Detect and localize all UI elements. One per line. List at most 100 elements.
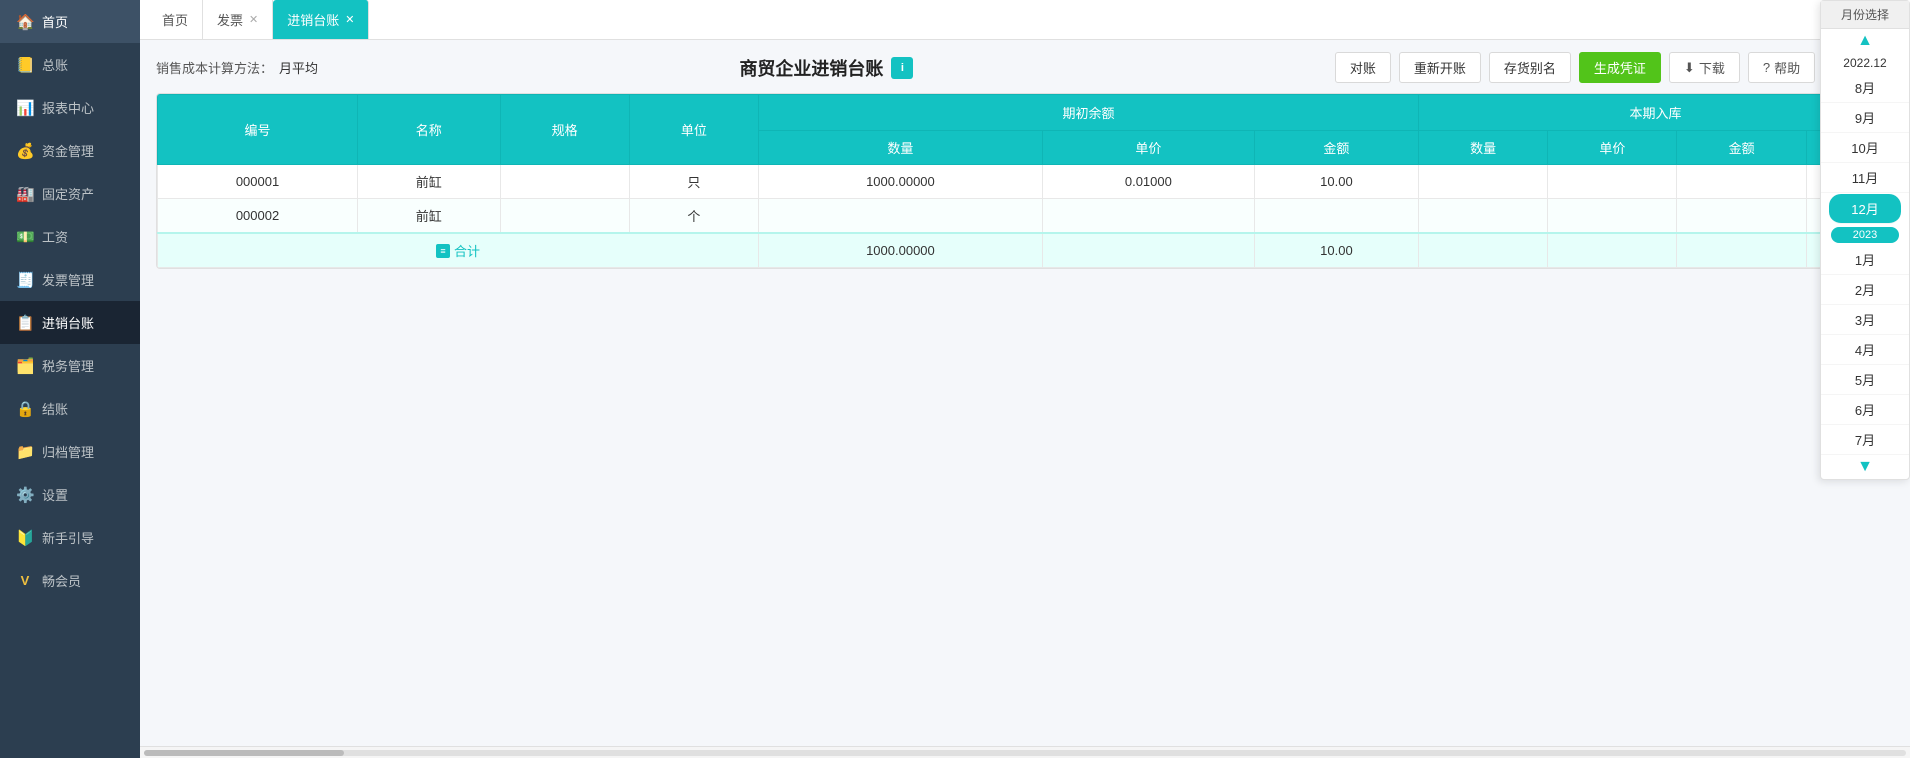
reports-icon: 📊 bbox=[16, 99, 34, 117]
tax-icon: 🗂️ bbox=[16, 357, 34, 375]
sidebar-item-archive[interactable]: 📁 归档管理 bbox=[0, 430, 140, 473]
sidebar-item-ledger[interactable]: 📒 总账 bbox=[0, 43, 140, 86]
tab-invoice-label: 发票 bbox=[217, 10, 243, 29]
sidebar-item-guide[interactable]: 🔰 新手引导 bbox=[0, 516, 140, 559]
table-total-row: ≡ 合计 1000.00000 10.00 bbox=[158, 233, 1893, 268]
funds-icon: 💰 bbox=[16, 142, 34, 160]
wages-icon: 💵 bbox=[16, 228, 34, 246]
sidebar-label-guide: 新手引导 bbox=[42, 528, 94, 547]
cell-code: 000001 bbox=[158, 165, 358, 199]
horizontal-scrollbar[interactable] bbox=[140, 746, 1910, 758]
settings-icon: ⚙️ bbox=[16, 486, 34, 504]
month-nav-up[interactable]: ▲ bbox=[1821, 29, 1909, 53]
sidebar-item-reports[interactable]: 📊 报表中心 bbox=[0, 86, 140, 129]
month-9[interactable]: 9月 bbox=[1821, 103, 1909, 133]
save-as-button[interactable]: 存货别名 bbox=[1489, 52, 1571, 83]
sidebar-item-wages[interactable]: 💵 工资 bbox=[0, 215, 140, 258]
cell-opening-amount: 10.00 bbox=[1254, 165, 1418, 199]
sidebar-item-purchase-sales[interactable]: 📋 进销台账 bbox=[0, 301, 140, 344]
sidebar-item-settings[interactable]: ⚙️ 设置 bbox=[0, 473, 140, 516]
tab-invoice[interactable]: 发票 ✕ bbox=[203, 0, 273, 39]
cell-total-opening-price bbox=[1042, 233, 1254, 268]
sidebar-label-wages: 工资 bbox=[42, 227, 68, 246]
cell-total-in-amount bbox=[1677, 233, 1806, 268]
month-6[interactable]: 6月 bbox=[1821, 395, 1909, 425]
page-title: 商贸企业进销台账 bbox=[739, 55, 883, 81]
month-5[interactable]: 5月 bbox=[1821, 365, 1909, 395]
month-panel-title: 月份选择 bbox=[1821, 1, 1909, 29]
scrollbar-thumb[interactable] bbox=[144, 750, 344, 756]
reconcile-button[interactable]: 对账 bbox=[1335, 52, 1391, 83]
sidebar-item-home[interactable]: 🏠 首页 bbox=[0, 0, 140, 43]
ledger-icon: 📒 bbox=[16, 56, 34, 74]
sidebar-label-vip: 畅会员 bbox=[42, 571, 81, 590]
page-title-area: 商贸企业进销台账 i bbox=[739, 55, 913, 81]
sidebar-label-home: 首页 bbox=[42, 12, 68, 31]
help-button[interactable]: ? 帮助 bbox=[1748, 52, 1815, 83]
sidebar-item-invoice-mgmt[interactable]: 🧾 发票管理 bbox=[0, 258, 140, 301]
cell-in-amount bbox=[1677, 199, 1806, 234]
cell-code: 000002 bbox=[158, 199, 358, 234]
fixed-assets-icon: 🏭 bbox=[16, 185, 34, 203]
purchase-sales-table: 编号 名称 规格 单位 期初余额 本期入库 数量 单价 金额 数量 单价 金额 bbox=[156, 93, 1894, 269]
cell-opening-price: 0.01000 bbox=[1042, 165, 1254, 199]
cell-spec bbox=[500, 165, 629, 199]
total-text: 合计 bbox=[454, 241, 480, 260]
cell-name: 前缸 bbox=[358, 199, 500, 234]
month-1[interactable]: 1月 bbox=[1821, 245, 1909, 275]
sub-col-in-qty: 数量 bbox=[1419, 131, 1548, 165]
cell-opening-price bbox=[1042, 199, 1254, 234]
month-11[interactable]: 11月 bbox=[1821, 163, 1909, 193]
tab-home[interactable]: 首页 bbox=[148, 0, 203, 39]
table-row: 000002 前缸 个 bbox=[158, 199, 1893, 234]
sidebar-item-funds[interactable]: 💰 资金管理 bbox=[0, 129, 140, 172]
sidebar-label-reports: 报表中心 bbox=[42, 98, 94, 117]
table-row: 000001 前缸 只 1000.00000 0.01000 10.00 bbox=[158, 165, 1893, 199]
generate-voucher-button[interactable]: 生成凭证 bbox=[1579, 52, 1661, 83]
cost-method: 销售成本计算方法： 月平均 bbox=[156, 58, 318, 77]
col-header-code: 编号 bbox=[158, 95, 358, 165]
cost-method-label: 销售成本计算方法： bbox=[156, 58, 273, 77]
month-2[interactable]: 2月 bbox=[1821, 275, 1909, 305]
sidebar-item-tax[interactable]: 🗂️ 税务管理 bbox=[0, 344, 140, 387]
sidebar: 🏠 首页 📒 总账 📊 报表中心 💰 资金管理 🏭 固定资产 💵 工资 🧾 发票… bbox=[0, 0, 140, 758]
month-7[interactable]: 7月 bbox=[1821, 425, 1909, 455]
cell-in-amount bbox=[1677, 165, 1806, 199]
tab-bar: 首页 发票 ✕ 进销台账 ✕ — ⤢ ✕ bbox=[140, 0, 1910, 40]
main-area: 首页 发票 ✕ 进销台账 ✕ — ⤢ ✕ 销售成本计算方法： 月平均 商贸企业进… bbox=[140, 0, 1910, 758]
sidebar-label-fixed-assets: 固定资产 bbox=[42, 184, 94, 203]
vip-icon: V bbox=[16, 573, 34, 588]
reopen-button[interactable]: 重新开账 bbox=[1399, 52, 1481, 83]
action-buttons: 对账 重新开账 存货别名 生成凭证 ⬇ 下载 ? 帮助 ↻ 刷新 bbox=[1335, 52, 1894, 83]
sidebar-item-fixed-assets[interactable]: 🏭 固定资产 bbox=[0, 172, 140, 215]
cell-opening-qty bbox=[759, 199, 1043, 234]
cell-total-label: ≡ 合计 bbox=[158, 233, 759, 268]
tab-home-label: 首页 bbox=[162, 10, 188, 29]
total-icon: ≡ bbox=[436, 244, 450, 258]
cell-in-qty bbox=[1419, 165, 1548, 199]
tab-purchase-sales[interactable]: 进销台账 ✕ bbox=[273, 0, 369, 39]
cell-total-in-qty bbox=[1419, 233, 1548, 268]
guide-icon: 🔰 bbox=[16, 529, 34, 547]
tab-invoice-close[interactable]: ✕ bbox=[249, 13, 258, 26]
cell-total-opening-qty: 1000.00000 bbox=[759, 233, 1043, 268]
title-info-icon[interactable]: i bbox=[891, 57, 913, 79]
sidebar-item-close[interactable]: 🔒 结账 bbox=[0, 387, 140, 430]
col-header-opening: 期初余额 bbox=[759, 95, 1419, 131]
month-8[interactable]: 8月 bbox=[1821, 73, 1909, 103]
top-bar: 销售成本计算方法： 月平均 商贸企业进销台账 i 对账 重新开账 存货别名 生成… bbox=[156, 52, 1894, 83]
month-10[interactable]: 10月 bbox=[1821, 133, 1909, 163]
sidebar-label-invoice-mgmt: 发票管理 bbox=[42, 270, 94, 289]
sidebar-item-vip[interactable]: V 畅会员 bbox=[0, 559, 140, 602]
month-3[interactable]: 3月 bbox=[1821, 305, 1909, 335]
month-nav-down[interactable]: ▼ bbox=[1821, 455, 1909, 479]
sub-col-opening-amount: 金额 bbox=[1254, 131, 1418, 165]
month-4[interactable]: 4月 bbox=[1821, 335, 1909, 365]
download-button[interactable]: ⬇ 下载 bbox=[1669, 52, 1740, 83]
tab-purchase-sales-close[interactable]: ✕ bbox=[345, 13, 354, 26]
sidebar-label-close: 结账 bbox=[42, 399, 68, 418]
cell-in-price bbox=[1548, 165, 1677, 199]
cell-unit: 只 bbox=[629, 165, 758, 199]
cell-opening-amount bbox=[1254, 199, 1418, 234]
month-12[interactable]: 12月 bbox=[1829, 194, 1901, 224]
